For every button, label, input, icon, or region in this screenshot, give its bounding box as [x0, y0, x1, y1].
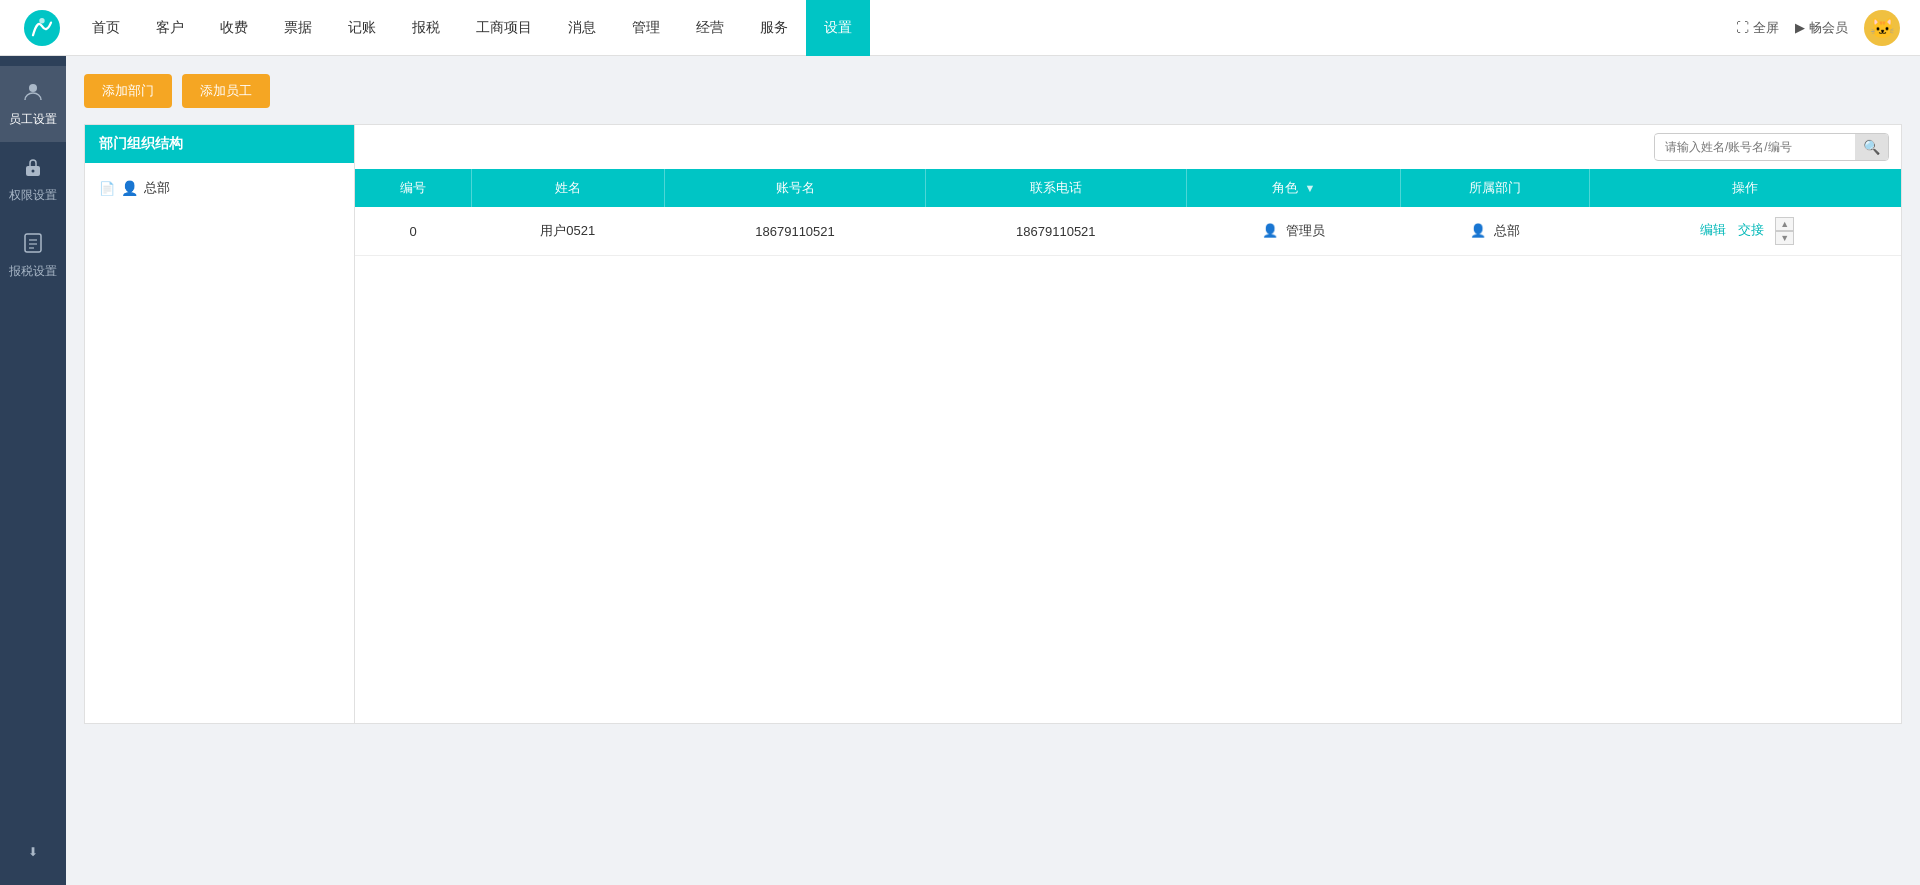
- nav-bill[interactable]: 票据: [266, 0, 330, 56]
- nav-tax[interactable]: 报税: [394, 0, 458, 56]
- svg-point-4: [32, 170, 35, 173]
- top-nav-right: ⛶ 全屏 ▶ 畅会员 🐱: [1736, 10, 1920, 46]
- filter-icon: ▼: [1304, 182, 1315, 194]
- nav-accounting[interactable]: 记账: [330, 0, 394, 56]
- col-phone: 联系电话: [925, 169, 1186, 207]
- data-table: 编号 姓名 账号名 联系电话 角色 ▼ 所属部门 操作: [355, 169, 1901, 256]
- sidebar: 员工设置 权限设置 报税设置: [0, 56, 66, 885]
- edit-link[interactable]: 编辑: [1700, 222, 1726, 237]
- user-avatar[interactable]: 🐱: [1864, 10, 1900, 46]
- logo-icon: [24, 10, 60, 46]
- add-department-button[interactable]: 添加部门: [84, 74, 172, 108]
- tree-header: 部门组织结构: [85, 125, 354, 163]
- vip-label: 畅会员: [1809, 19, 1848, 37]
- sidebar-item-tax-settings[interactable]: 报税设置: [0, 218, 66, 294]
- add-employee-button[interactable]: 添加员工: [182, 74, 270, 108]
- sidebar-bottom: ⬇: [0, 831, 66, 885]
- sidebar-download[interactable]: ⬇: [0, 831, 66, 873]
- file-icon: 📄: [99, 181, 115, 196]
- cell-id: 0: [355, 207, 471, 256]
- tree-node-root[interactable]: 📄 👤 总部: [95, 173, 344, 203]
- search-button[interactable]: 🔍: [1855, 134, 1888, 160]
- user-group-icon: 👤: [121, 180, 138, 196]
- col-department: 所属部门: [1401, 169, 1589, 207]
- main-layout: 员工设置 权限设置 报税设置: [0, 56, 1920, 885]
- col-role[interactable]: 角色 ▼: [1186, 169, 1401, 207]
- sidebar-employee-label: 员工设置: [9, 111, 57, 128]
- sidebar-tax-label: 报税设置: [9, 263, 57, 280]
- tree-body: 📄 👤 总部: [85, 163, 354, 213]
- nav-message[interactable]: 消息: [550, 0, 614, 56]
- dept-user-icon: 👤: [1470, 223, 1486, 238]
- fullscreen-button[interactable]: ⛶ 全屏: [1736, 19, 1779, 37]
- cell-role: 👤 管理员: [1186, 207, 1401, 256]
- nav-fee[interactable]: 收费: [202, 0, 266, 56]
- table-top: 🔍: [355, 125, 1901, 169]
- fullscreen-icon: ⛶: [1736, 20, 1749, 35]
- nav-home[interactable]: 首页: [74, 0, 138, 56]
- sidebar-item-employee[interactable]: 员工设置: [0, 66, 66, 142]
- svg-point-1: [39, 18, 44, 23]
- scroll-down[interactable]: ▼: [1775, 231, 1794, 245]
- nav-operation[interactable]: 经营: [678, 0, 742, 56]
- row-scroll: ▲ ▼: [1775, 217, 1794, 245]
- download-icon: ⬇: [28, 845, 38, 859]
- tree-panel: 部门组织结构 📄 👤 总部: [85, 125, 355, 723]
- nav-customer[interactable]: 客户: [138, 0, 202, 56]
- col-name: 姓名: [471, 169, 665, 207]
- vip-icon: ▶: [1795, 20, 1805, 35]
- svg-rect-5: [25, 234, 41, 252]
- content-area: 添加部门 添加员工 部门组织结构 📄 👤 总部: [66, 56, 1920, 885]
- col-account: 账号名: [665, 169, 926, 207]
- scroll-up[interactable]: ▲: [1775, 217, 1794, 231]
- sidebar-permission-label: 权限设置: [9, 187, 57, 204]
- search-input[interactable]: [1655, 135, 1855, 159]
- transfer-link[interactable]: 交接: [1738, 222, 1764, 237]
- nav-business[interactable]: 工商项目: [458, 0, 550, 56]
- vip-button[interactable]: ▶ 畅会员: [1795, 19, 1848, 37]
- table-panel: 🔍 编号 姓名 账号名 联系电话 角色 ▼: [355, 125, 1901, 723]
- action-row: 添加部门 添加员工: [84, 74, 1902, 108]
- nav-settings[interactable]: 设置: [806, 0, 870, 56]
- cell-department: 👤 总部: [1401, 207, 1589, 256]
- fullscreen-label: 全屏: [1753, 19, 1779, 37]
- table-row: 0 用户0521 18679110521 18679110521 👤 管理员 👤…: [355, 207, 1901, 256]
- employee-icon: [22, 80, 44, 107]
- col-id: 编号: [355, 169, 471, 207]
- cell-account: 18679110521: [665, 207, 926, 256]
- content-box: 部门组织结构 📄 👤 总部 🔍: [84, 124, 1902, 724]
- nav-items: 首页 客户 收费 票据 记账 报税 工商项目 消息 管理 经营 服务 设置: [74, 0, 1736, 56]
- col-action: 操作: [1589, 169, 1901, 207]
- svg-point-2: [29, 84, 37, 92]
- top-nav: 首页 客户 收费 票据 记账 报税 工商项目 消息 管理 经营 服务 设置 ⛶ …: [0, 0, 1920, 56]
- sidebar-item-permission[interactable]: 权限设置: [0, 142, 66, 218]
- tax-settings-icon: [22, 232, 44, 259]
- cell-actions: 编辑 交接 ▲ ▼: [1589, 207, 1901, 256]
- cell-phone: 18679110521: [925, 207, 1186, 256]
- nav-manage[interactable]: 管理: [614, 0, 678, 56]
- lock-icon: [23, 156, 43, 183]
- logo: [10, 10, 74, 46]
- role-user-icon: 👤: [1262, 223, 1278, 238]
- nav-service[interactable]: 服务: [742, 0, 806, 56]
- search-box: 🔍: [1654, 133, 1889, 161]
- tree-node-label: 总部: [144, 179, 170, 197]
- cell-name: 用户0521: [471, 207, 665, 256]
